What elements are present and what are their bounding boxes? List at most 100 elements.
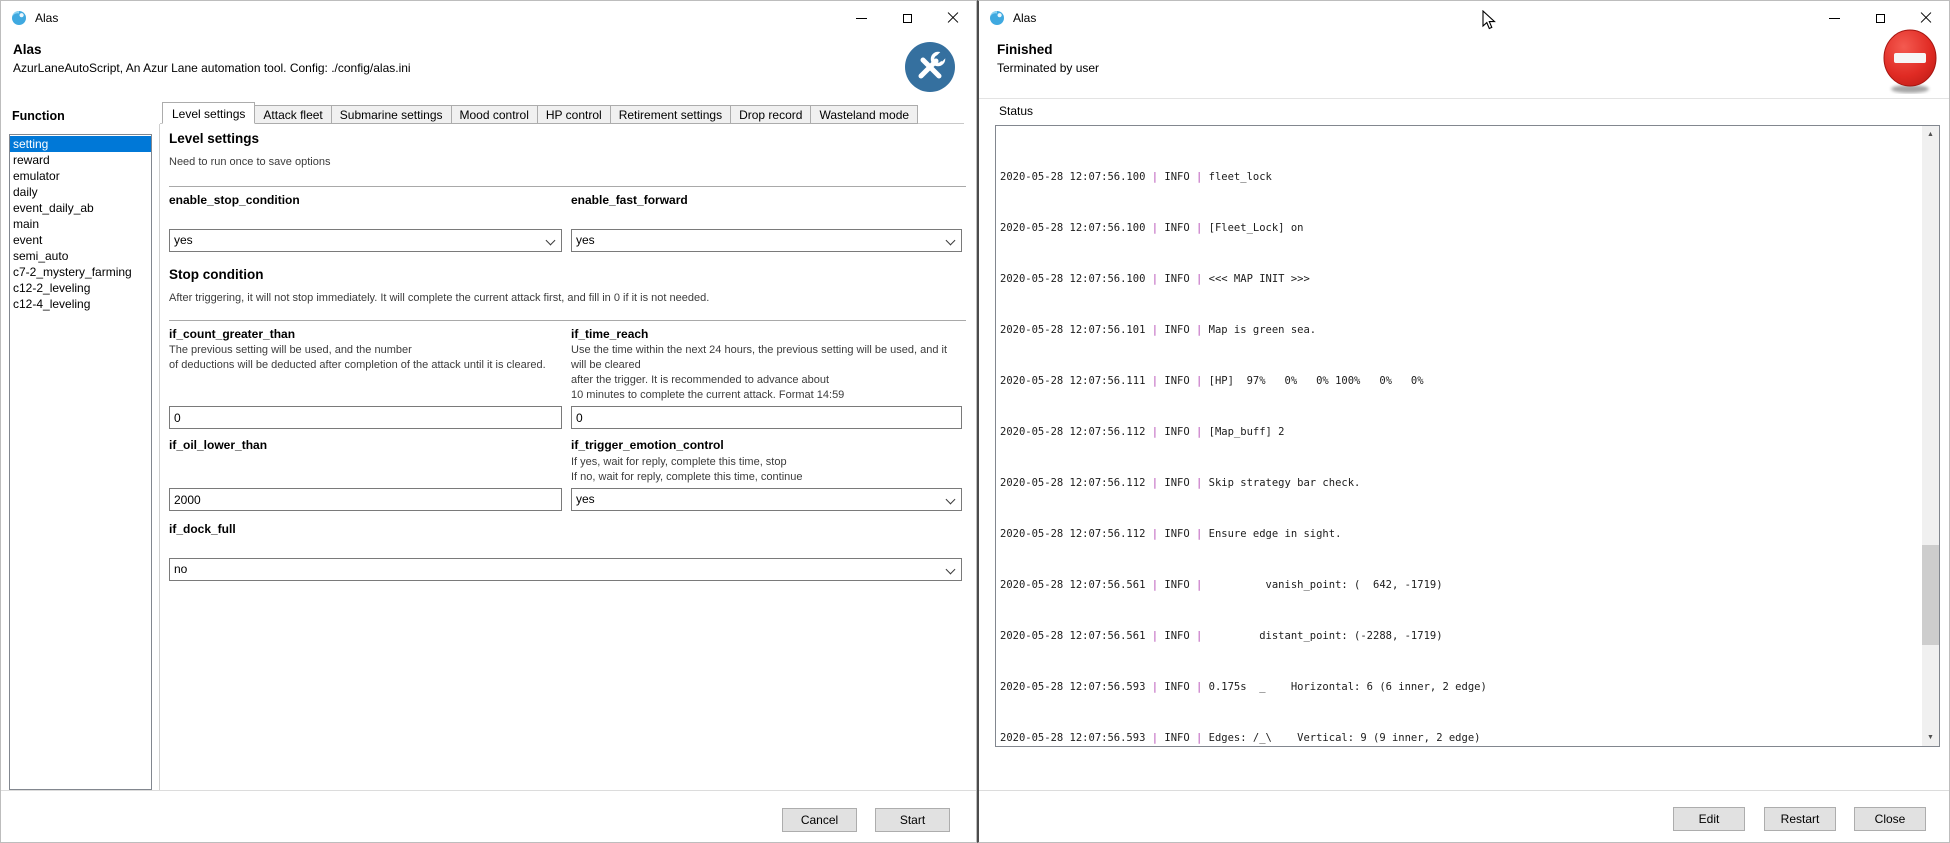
desc-if-trigger-emotion-control: If yes, wait for reply, complete this ti… [571,455,966,485]
chevron-down-icon [546,236,556,246]
function-list-item[interactable]: c12-4_leveling [10,296,151,312]
function-list-item[interactable]: reward [10,152,151,168]
settings-tab[interactable]: Drop record [731,105,811,124]
start-button[interactable]: Start [875,808,950,832]
scrollbar-thumb[interactable] [1922,545,1939,645]
titlebar: Alas [1,1,976,35]
log-line: 2020-05-28 12:07:56.593 | INFO | Edges: … [1000,732,1919,745]
label-if-trigger-emotion-control: if_trigger_emotion_control [571,438,724,452]
alas-app-icon [989,10,1005,26]
scroll-up-icon[interactable]: ▲ [1922,126,1939,143]
log-level: INFO [1164,630,1189,642]
maximize-icon [903,14,912,23]
function-list-item[interactable]: c7-2_mystery_farming [10,264,151,280]
input-if-count-greater-than[interactable] [169,406,562,429]
pipe-separator: | [1190,528,1209,540]
settings-tab[interactable]: Mood control [452,105,538,124]
pipe-separator: | [1145,375,1164,387]
settings-tab[interactable]: Level settings [162,102,255,124]
window-title: Alas [1013,11,1036,25]
log-line: 2020-05-28 12:07:56.100 | INFO | <<< MAP… [1000,273,1919,286]
log-level: INFO [1164,579,1189,591]
settings-tab[interactable]: Attack fleet [255,105,331,124]
log-line: 2020-05-28 12:07:56.561 | INFO | vanish_… [1000,579,1919,592]
label-enable-stop-condition: enable_stop_condition [169,193,300,207]
log-line: 2020-05-28 12:07:56.561 | INFO | distant… [1000,630,1919,643]
scroll-down-icon[interactable]: ▼ [1922,729,1939,746]
combo-enable-fast-forward[interactable]: yes [571,229,962,252]
chevron-down-icon [946,495,956,505]
function-list-item[interactable]: event [10,232,151,248]
minimize-button[interactable] [1811,1,1857,35]
log-line: 2020-05-28 12:07:56.112 | INFO | [Map_bu… [1000,426,1919,439]
label-if-count-greater-than: if_count_greater_than [169,327,295,341]
log-level: INFO [1164,732,1189,744]
status-label: Status [999,104,1033,118]
desc-if-time-reach: Use the time within the next 24 hours, t… [571,343,966,403]
function-list-item[interactable]: setting [10,136,151,152]
pipe-separator: | [1145,732,1164,744]
input-if-oil-lower-than[interactable] [169,488,562,511]
log-line: 2020-05-28 12:07:56.112 | INFO | Skip st… [1000,477,1919,490]
pipe-separator: | [1145,630,1164,642]
header-separator [979,98,1949,99]
settings-window: Alas Alas AzurLaneAutoScript, An Azur La… [0,0,977,843]
label-if-dock-full: if_dock_full [169,522,236,536]
function-list-item[interactable]: daily [10,184,151,200]
footer-separator [979,790,1949,791]
pipe-separator: | [1190,171,1209,183]
log-output[interactable]: 2020-05-28 12:07:56.100 | INFO | fleet_l… [995,125,1940,747]
close-icon [947,12,959,24]
pipe-separator: | [1190,222,1209,234]
input-if-time-reach[interactable] [571,406,962,429]
function-list-item[interactable]: main [10,216,151,232]
log-level: INFO [1164,528,1189,540]
pipe-separator: | [1145,171,1164,183]
function-list-item[interactable]: emulator [10,168,151,184]
section-title-stop-condition: Stop condition [169,267,263,282]
settings-tab[interactable]: Retirement settings [611,105,731,124]
pipe-separator: | [1190,426,1209,438]
run-status-subtitle: Terminated by user [997,61,1099,75]
log-level: INFO [1164,324,1189,336]
run-status-title: Finished [997,42,1053,57]
mouse-cursor [1482,10,1498,32]
edit-button[interactable]: Edit [1673,807,1745,831]
pipe-separator: | [1145,273,1164,285]
pipe-separator: | [1145,426,1164,438]
close-button[interactable] [930,1,976,35]
settings-tab[interactable]: Wasteland mode [811,105,918,124]
log-level: INFO [1164,477,1189,489]
pipe-separator: | [1190,273,1209,285]
settings-tab[interactable]: Submarine settings [332,105,452,124]
close-icon [1920,12,1932,24]
settings-tab[interactable]: HP control [538,105,611,124]
function-list-item[interactable]: semi_auto [10,248,151,264]
minimize-button[interactable] [838,1,884,35]
window-controls [838,1,976,35]
pipe-separator: | [1190,477,1209,489]
separator [169,320,966,321]
combo-enable-stop-condition[interactable]: yes [169,229,562,252]
separator [169,186,966,187]
function-list-item[interactable]: event_daily_ab [10,200,151,216]
close-window-button[interactable]: Close [1854,807,1926,831]
log-line: 2020-05-28 12:07:56.593 | INFO | 0.175s … [1000,681,1919,694]
cancel-button[interactable]: Cancel [782,808,857,832]
restart-button[interactable]: Restart [1764,807,1836,831]
function-list-item[interactable]: c12-2_leveling [10,280,151,296]
section-desc-level-settings: Need to run once to save options [169,156,330,168]
status-window: Alas Finished Terminated by user Status … [977,0,1950,843]
footer-separator [1,790,976,791]
alas-app-icon [11,10,27,26]
maximize-button[interactable] [884,1,930,35]
log-level: INFO [1164,681,1189,693]
combo-if-dock-full[interactable]: no [169,558,962,581]
pipe-separator: | [1145,324,1164,336]
log-line: 2020-05-28 12:07:56.101 | INFO | Map is … [1000,324,1919,337]
function-list[interactable]: setting reward emulator daily event_dail… [9,134,152,790]
log-scrollbar[interactable]: ▲ ▼ [1922,126,1939,746]
combo-if-trigger-emotion-control[interactable]: yes [571,488,962,511]
log-level: INFO [1164,222,1189,234]
app-title: Alas [13,42,42,57]
